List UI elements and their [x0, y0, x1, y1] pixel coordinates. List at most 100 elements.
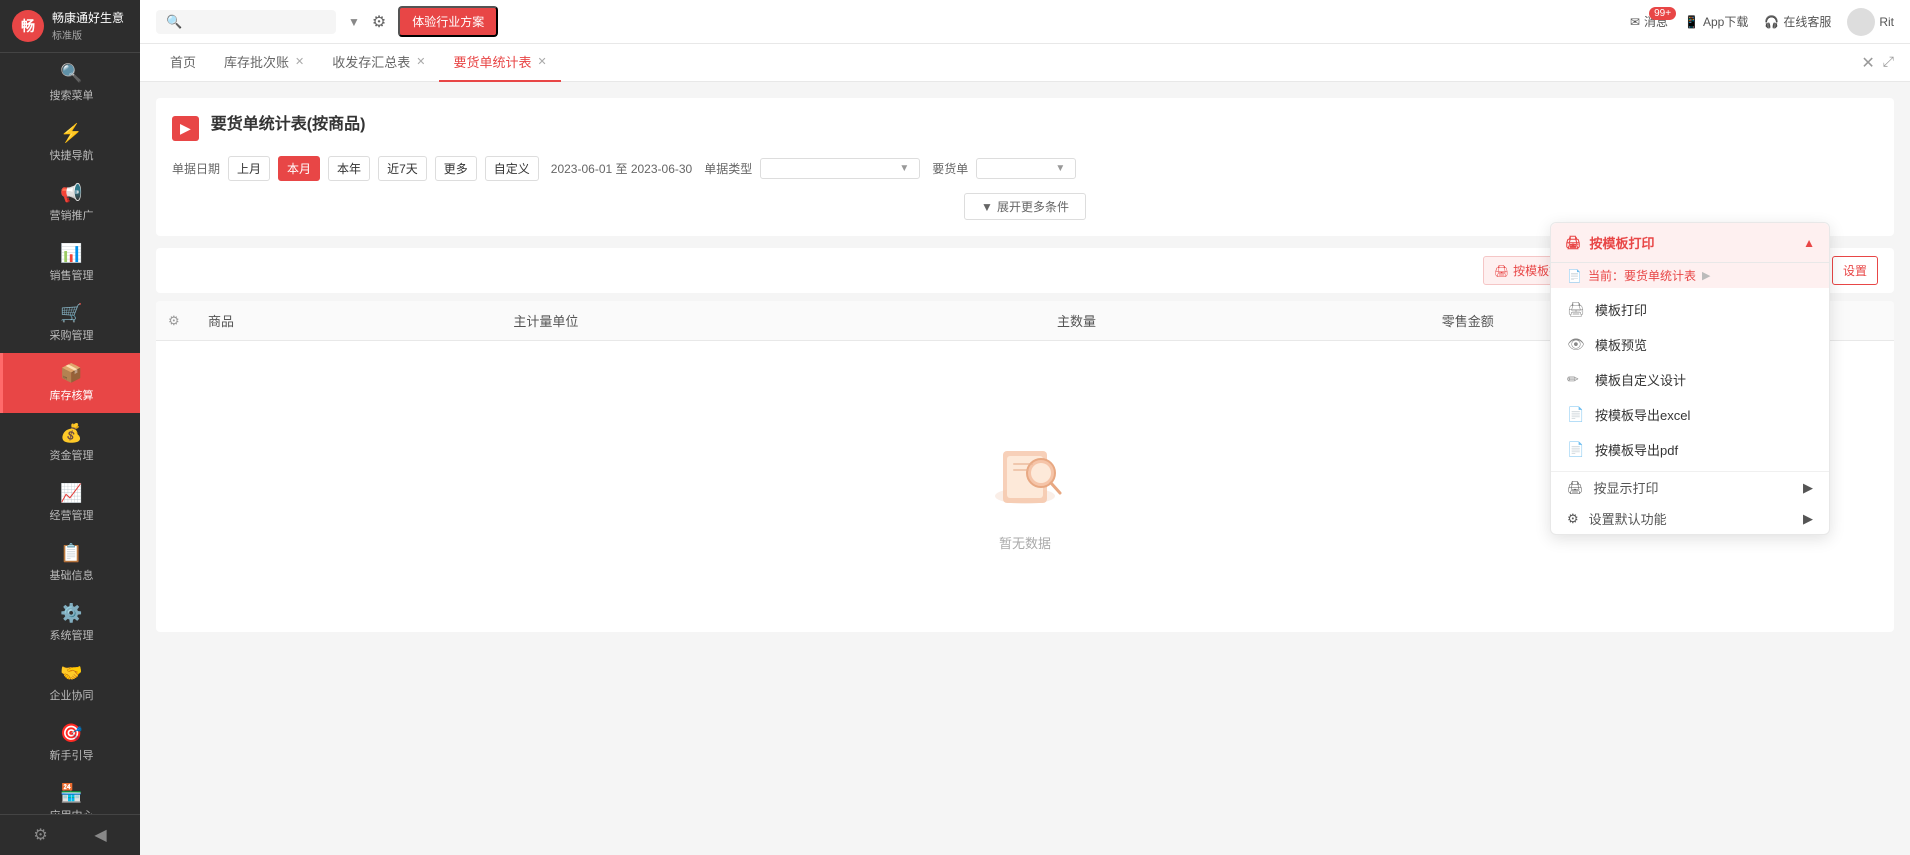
date-btn-this-month[interactable]: 本月: [278, 156, 320, 181]
tab-home-label: 首页: [170, 52, 196, 71]
messages-btn[interactable]: ✉ 消息 99+: [1630, 13, 1668, 30]
marketing-icon: 📢: [60, 183, 82, 204]
template-design-icon: ✏: [1567, 371, 1585, 388]
template-preview-item[interactable]: 👁 模板预览: [1551, 327, 1829, 362]
tab-close-window[interactable]: ✕: [1861, 53, 1874, 73]
display-print-arrow: ▶: [1803, 480, 1813, 496]
settings-btn[interactable]: 设置: [1832, 256, 1878, 285]
empty-icon: [975, 421, 1075, 521]
sidebar-item-system[interactable]: ⚙️ 系统管理: [0, 593, 140, 653]
dropdown-up-arrow-icon: ▲: [1803, 236, 1815, 250]
date-filter-group: 单据日期 上月 本月 本年 近7天 更多 自定义: [172, 156, 539, 181]
sidebar-item-label: 搜索菜单: [50, 87, 94, 103]
default-func-icon: ⚙: [1567, 511, 1579, 527]
sidebar-item-operation[interactable]: 📈 经营管理: [0, 473, 140, 533]
tab-close-batch[interactable]: ✕: [295, 55, 304, 68]
requisition-filter-label: 要货单: [932, 160, 968, 177]
sidebar-item-appstore[interactable]: 🏪 应用中心: [0, 773, 140, 814]
chevron-down-icon: ▼: [899, 163, 909, 174]
sidebar-item-label: 营销推广: [50, 207, 94, 223]
tab-label: 库存批次账: [224, 52, 289, 71]
sidebar-item-finance[interactable]: 💰 资金管理: [0, 413, 140, 473]
display-print-item[interactable]: 🖨 按显示打印 ▶: [1551, 472, 1829, 503]
column-settings-icon[interactable]: ⚙: [168, 313, 180, 328]
tab-batch-account[interactable]: 库存批次账 ✕: [210, 44, 318, 82]
topbar-settings-icon[interactable]: ⚙: [372, 12, 386, 32]
requisition-select[interactable]: ▼: [976, 158, 1076, 179]
order-type-select[interactable]: ▼: [760, 158, 920, 179]
user-avatar[interactable]: Rit: [1847, 8, 1894, 36]
tab-requisition-stats[interactable]: 要货单统计表 ✕: [439, 44, 560, 82]
sidebar-item-basic[interactable]: 📋 基础信息: [0, 533, 140, 593]
sidebar-item-guide[interactable]: 🎯 新手引导: [0, 713, 140, 773]
sidebar-item-purchase[interactable]: 🛒 采购管理: [0, 293, 140, 353]
sidebar-item-inventory[interactable]: 📦 库存核算: [0, 353, 140, 413]
sidebar-item-quick[interactable]: ⚡ 快捷导航: [0, 113, 140, 173]
tab-close-requisition[interactable]: ✕: [538, 55, 547, 68]
sidebar-item-label: 新手引导: [50, 747, 94, 763]
appstore-icon: 🏪: [60, 783, 82, 804]
topbar-dropdown[interactable]: ▼: [348, 15, 360, 29]
sidebar-item-marketing[interactable]: 📢 营销推广: [0, 173, 140, 233]
current-template-text: 当前：要货单统计表: [1588, 267, 1696, 284]
template-print-icon: 🖨: [1567, 301, 1585, 318]
display-print-icon: 🖨: [1567, 480, 1584, 496]
print-dropdown-header: 🖨 按模板打印 ▲: [1551, 223, 1829, 263]
topbar-search-box[interactable]: 🔍: [156, 10, 336, 34]
sidebar: 畅 畅康通好生意 标准版 🔍 搜索菜单 ⚡ 快捷导航 📢 营销推广 📊 销售管理…: [0, 0, 140, 855]
template-design-item[interactable]: ✏ 模板自定义设计: [1551, 362, 1829, 397]
date-btn-custom[interactable]: 自定义: [485, 156, 539, 181]
sidebar-item-label: 快捷导航: [50, 147, 94, 163]
template-excel-item[interactable]: 📄 按模板导出excel: [1551, 397, 1829, 432]
sidebar-item-label: 系统管理: [50, 627, 94, 643]
date-btn-more[interactable]: 更多: [435, 156, 477, 181]
expand-more-btn[interactable]: ▼ 展开更多条件: [964, 193, 1086, 220]
tab-close-receipt[interactable]: ✕: [416, 55, 425, 68]
main-area: 🔍 ▼ ⚙ 体验行业方案 ✉ 消息 99+ 📱 App下载 🎧 在线客服: [140, 0, 1910, 855]
collab-icon: 🤝: [60, 663, 82, 684]
app-download-btn[interactable]: 📱 App下载: [1684, 13, 1748, 30]
tab-receipt-summary[interactable]: 收发存汇总表 ✕: [318, 44, 439, 82]
settings-bottom-btn[interactable]: ⚙: [33, 825, 47, 845]
print-dropdown-popup: 🖨 按模板打印 ▲ 📄 当前：要货单统计表 ▶ 🖨 模板打印 👁: [1550, 222, 1830, 535]
avatar: [1847, 8, 1875, 36]
app-edition: 标准版: [52, 27, 124, 42]
order-type-filter: 单据类型 ▼: [704, 158, 920, 179]
expand-arrow-btn[interactable]: ▶: [172, 116, 199, 141]
topbar-right: ✉ 消息 99+ 📱 App下载 🎧 在线客服 Rit: [1630, 8, 1894, 36]
tab-home[interactable]: 首页: [156, 44, 210, 82]
date-btn-7days[interactable]: 近7天: [378, 156, 427, 181]
default-func-item[interactable]: ⚙ 设置默认功能 ▶: [1551, 503, 1829, 534]
search-input[interactable]: [188, 15, 318, 29]
date-btn-this-year[interactable]: 本年: [328, 156, 370, 181]
quick-icon: ⚡: [60, 123, 82, 144]
topbar-search-icon: 🔍: [166, 14, 182, 30]
tab-expand-icon[interactable]: ⤢: [1883, 53, 1894, 73]
date-btn-last-month[interactable]: 上月: [228, 156, 270, 181]
page-title: 要货单统计表(按商品): [211, 110, 366, 134]
sidebar-item-label: 销售管理: [50, 267, 94, 283]
template-preview-icon: 👁: [1567, 336, 1585, 353]
user-name: Rit: [1879, 15, 1894, 29]
page-header: ▶ 要货单统计表(按商品) 单据日期 上月 本月 本年 近7天 更多 自定义 2…: [156, 98, 1894, 236]
current-template-label: 📄 当前：要货单统计表 ▶: [1551, 263, 1829, 288]
default-func-arrow: ▶: [1803, 511, 1813, 527]
sidebar-item-collab[interactable]: 🤝 企业协同: [0, 653, 140, 713]
sidebar-nav: 🔍 搜索菜单 ⚡ 快捷导航 📢 营销推广 📊 销售管理 🛒 采购管理 📦 库存核…: [0, 53, 140, 814]
printer-header-icon: 🖨: [1565, 235, 1582, 251]
print-dropdown-items: 🖨 模板打印 👁 模板预览 ✏ 模板自定义设计 📄 按模板导出excel 📄: [1551, 288, 1829, 471]
template-print-item[interactable]: 🖨 模板打印: [1551, 292, 1829, 327]
online-service-btn[interactable]: 🎧 在线客服: [1764, 13, 1831, 30]
collapse-btn[interactable]: ◀: [94, 825, 106, 845]
sidebar-item-label: 企业协同: [50, 687, 94, 703]
expand-icon: ▼: [981, 200, 993, 214]
sidebar-item-sales[interactable]: 📊 销售管理: [0, 233, 140, 293]
inventory-icon: 📦: [60, 363, 82, 384]
trial-button[interactable]: 体验行业方案: [398, 6, 498, 37]
sidebar-item-search[interactable]: 🔍 搜索菜单: [0, 53, 140, 113]
topbar: 🔍 ▼ ⚙ 体验行业方案 ✉ 消息 99+ 📱 App下载 🎧 在线客服: [140, 0, 1910, 44]
template-pdf-item[interactable]: 📄 按模板导出pdf: [1551, 432, 1829, 467]
filter-bar: 单据日期 上月 本月 本年 近7天 更多 自定义 2023-06-01 至 20…: [172, 156, 1878, 181]
system-icon: ⚙️: [60, 603, 82, 624]
sidebar-item-label: 库存核算: [50, 387, 94, 403]
